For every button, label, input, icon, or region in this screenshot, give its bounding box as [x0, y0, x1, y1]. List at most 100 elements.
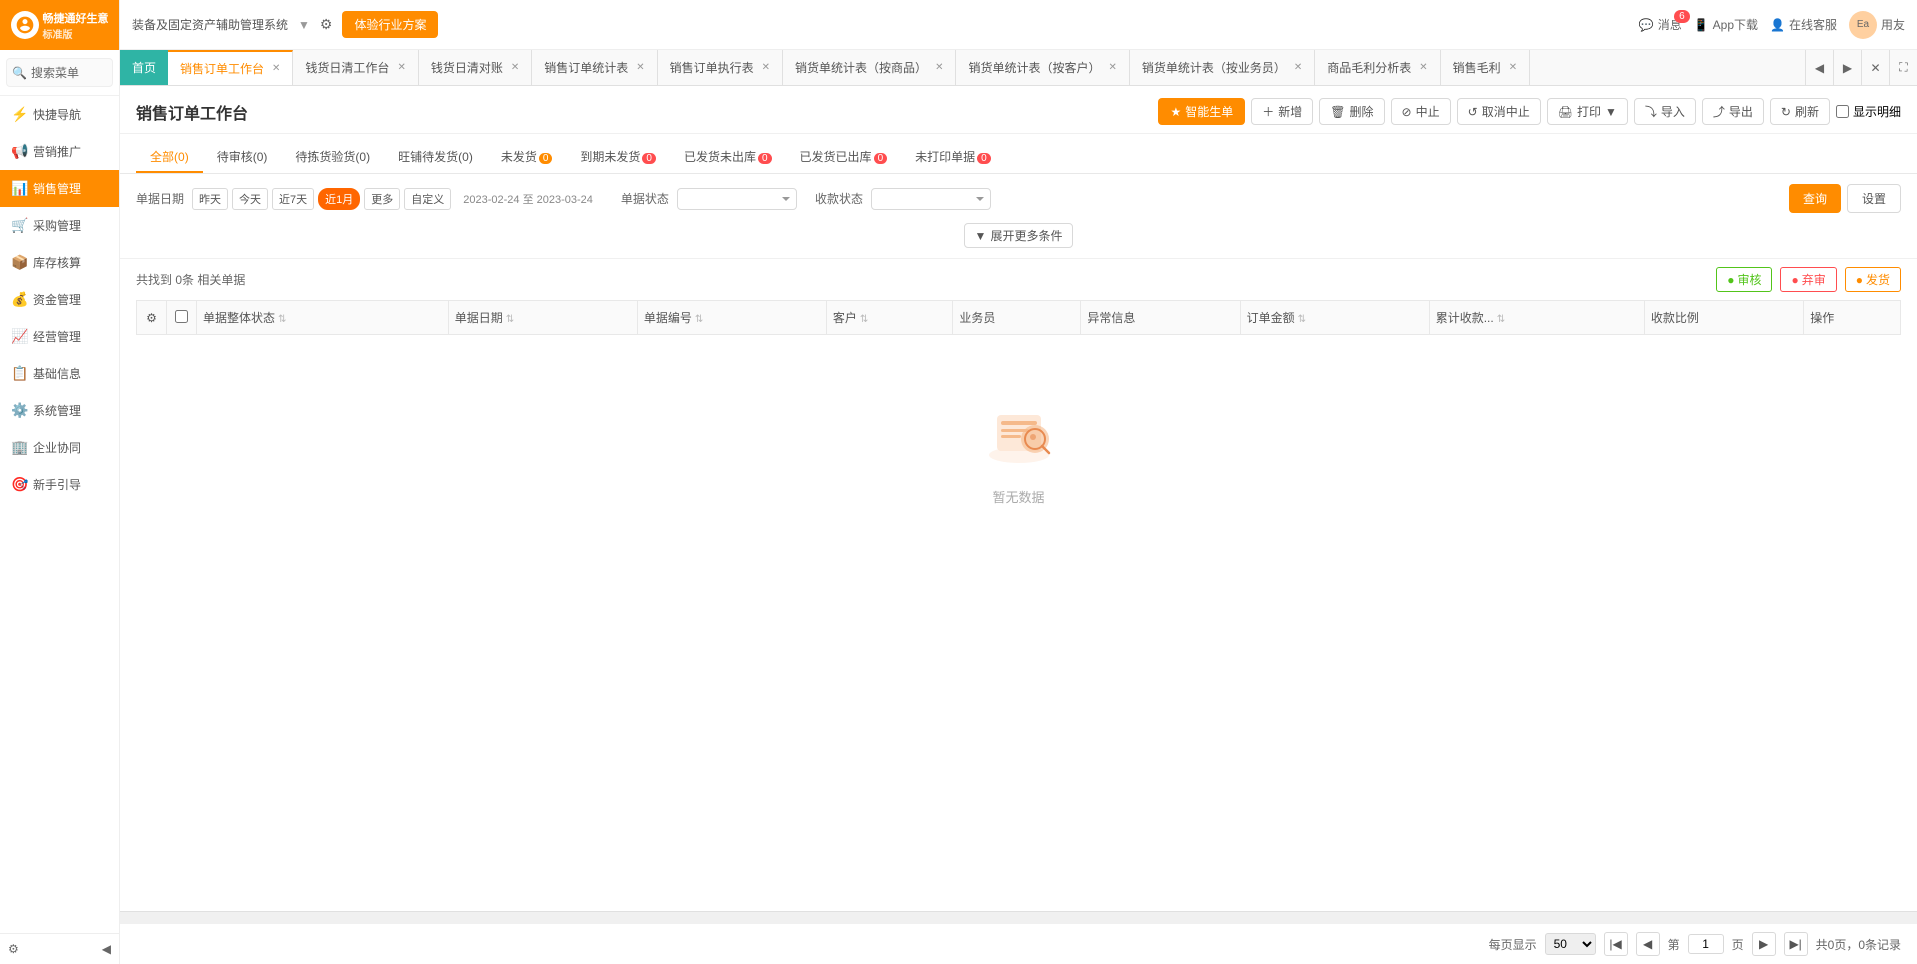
- subtab-shipped-not-out[interactable]: 已发货未出库0: [670, 142, 786, 173]
- smart-btn[interactable]: ★ 智能生单: [1158, 98, 1245, 125]
- sidebar-item-finance[interactable]: 💰 资金管理: [0, 281, 119, 318]
- col-checkbox[interactable]: [167, 301, 197, 335]
- app-download-btn[interactable]: 📱 App下载: [1694, 16, 1758, 33]
- tab-sales-profit[interactable]: 销售毛利 ✕: [1441, 50, 1530, 86]
- filter-setting-btn[interactable]: 设置: [1847, 184, 1901, 213]
- sidebar-item-enterprise[interactable]: 🏢 企业协同: [0, 429, 119, 466]
- payment-filter-select[interactable]: [871, 188, 991, 210]
- date-btn-today[interactable]: 今天: [232, 188, 268, 210]
- sort-icon-customer[interactable]: ⇅: [860, 314, 868, 325]
- tab-home[interactable]: 首页: [120, 50, 168, 86]
- date-btn-more[interactable]: 更多: [364, 188, 400, 210]
- expand-btn[interactable]: ▼ 展开更多条件: [964, 223, 1074, 248]
- tab-close-gross-margin[interactable]: ✕: [1419, 62, 1427, 73]
- tab-close-sales-staff[interactable]: ✕: [1294, 62, 1302, 73]
- tab-close-sales-stat[interactable]: ✕: [636, 62, 644, 73]
- sidebar-item-system[interactable]: ⚙️ 系统管理: [0, 392, 119, 429]
- date-btn-7days[interactable]: 近7天: [272, 188, 314, 210]
- stop-btn[interactable]: ⊘ 中止: [1391, 98, 1451, 125]
- select-all-checkbox[interactable]: [175, 310, 188, 323]
- sidebar-settings-icon[interactable]: ⚙: [8, 942, 19, 956]
- audit-btn[interactable]: ● 审核: [1716, 267, 1772, 292]
- tab-close-cash-day[interactable]: ✕: [397, 62, 405, 73]
- tab-sales-order[interactable]: 销售订单工作台 ✕: [168, 50, 293, 86]
- sidebar-item-operations[interactable]: 📈 经营管理: [0, 318, 119, 355]
- col-settings[interactable]: ⚙: [137, 301, 167, 335]
- last-page-btn[interactable]: ▶|: [1784, 932, 1808, 956]
- sidebar-item-marketing[interactable]: 📢 营销推广: [0, 133, 119, 170]
- sort-icon-amount[interactable]: ⇅: [1298, 314, 1306, 325]
- sidebar-item-purchase[interactable]: 🛒 采购管理: [0, 207, 119, 244]
- sidebar-item-sales[interactable]: 📊 销售管理: [0, 170, 119, 207]
- sidebar-collapse-icon[interactable]: ◀: [102, 942, 111, 956]
- tab-sales-staff[interactable]: 销货单统计表（按业务员） ✕: [1130, 50, 1315, 86]
- query-btn[interactable]: 查询: [1789, 184, 1841, 213]
- status-filter-select[interactable]: [677, 188, 797, 210]
- show-detail-label[interactable]: 显示明细: [1836, 103, 1901, 120]
- tab-close-sales-customer[interactable]: ✕: [1108, 62, 1116, 73]
- tab-prev-btn[interactable]: ◀: [1805, 50, 1833, 86]
- tab-close-sales-exec[interactable]: ✕: [762, 62, 770, 73]
- sort-icon-received[interactable]: ⇅: [1497, 314, 1505, 325]
- tab-sales-exec[interactable]: 销售订单执行表 ✕: [658, 50, 783, 86]
- subtab-wangpu-ship[interactable]: 旺铺待发货(0): [384, 142, 487, 173]
- online-service-btn[interactable]: 👤 在线客服: [1770, 16, 1837, 33]
- experience-btn[interactable]: 体验行业方案: [342, 11, 438, 38]
- export-btn[interactable]: ⤴ 导出: [1702, 98, 1764, 125]
- next-page-btn[interactable]: ▶: [1752, 932, 1776, 956]
- sidebar-item-guide[interactable]: 🎯 新手引导: [0, 466, 119, 503]
- search-menu-btn[interactable]: 🔍 搜索菜单: [6, 58, 113, 87]
- tab-cash-day[interactable]: 钱货日清工作台 ✕: [293, 50, 418, 86]
- page-size-select[interactable]: 50 20 100: [1545, 933, 1596, 955]
- sidebar-item-basic-info[interactable]: 📋 基础信息: [0, 355, 119, 392]
- tab-close-sales-profit[interactable]: ✕: [1509, 62, 1517, 73]
- cancel-stop-btn[interactable]: ↺ 取消中止: [1457, 98, 1541, 125]
- subtab-all[interactable]: 全部(0): [136, 142, 203, 173]
- scrollbar-area[interactable]: [120, 911, 1917, 923]
- date-btn-yesterday[interactable]: 昨天: [192, 188, 228, 210]
- tab-next-btn[interactable]: ▶: [1833, 50, 1861, 86]
- print-btn[interactable]: 🖨 打印 ▼: [1547, 98, 1628, 125]
- inventory-icon: 📦: [11, 254, 27, 271]
- tab-close-cash-reconcile[interactable]: ✕: [511, 62, 519, 73]
- tab-sales-customer[interactable]: 销货单统计表（按客户） ✕: [956, 50, 1129, 86]
- refresh-btn[interactable]: ↻ 刷新: [1770, 98, 1830, 125]
- tab-close-all-btn[interactable]: ✕: [1861, 50, 1889, 86]
- subtab-pending-review[interactable]: 待审核(0): [203, 142, 282, 173]
- prev-page-btn[interactable]: ◀: [1636, 932, 1660, 956]
- ship-btn[interactable]: ● 发货: [1845, 267, 1901, 292]
- tab-close-sales-order[interactable]: ✕: [272, 63, 280, 74]
- show-detail-checkbox[interactable]: [1836, 105, 1849, 118]
- delete-btn[interactable]: 🗑 删除: [1319, 98, 1384, 125]
- tab-gross-margin-label: 商品毛利分析表: [1327, 59, 1411, 76]
- sort-icon-date[interactable]: ⇅: [506, 314, 514, 325]
- add-btn[interactable]: ＋ 新增: [1251, 98, 1313, 125]
- settings-icon[interactable]: ⚙: [320, 16, 333, 33]
- tab-gross-margin[interactable]: 商品毛利分析表 ✕: [1315, 50, 1440, 86]
- system-name: 装备及固定资产辅助管理系统: [132, 16, 288, 33]
- revoke-btn[interactable]: ● 弃审: [1780, 267, 1836, 292]
- tab-cash-reconcile[interactable]: 钱货日清对账 ✕: [419, 50, 532, 86]
- dropdown-icon[interactable]: ▼: [298, 18, 310, 32]
- sort-icon-status[interactable]: ⇅: [278, 314, 286, 325]
- subtab-not-shipped[interactable]: 未发货0: [487, 142, 567, 173]
- user-menu[interactable]: Ea 用友: [1849, 11, 1905, 39]
- sort-icon-number[interactable]: ⇅: [695, 314, 703, 325]
- date-btn-custom[interactable]: 自定义: [404, 188, 451, 210]
- subtab-pending-inspect[interactable]: 待拣货验货(0): [281, 142, 384, 173]
- subtab-shipped-out[interactable]: 已发货已出库0: [786, 142, 902, 173]
- tab-sales-product[interactable]: 销货单统计表（按商品） ✕: [783, 50, 956, 86]
- page-input[interactable]: [1688, 934, 1724, 954]
- tab-maximize-btn[interactable]: ⛶: [1889, 50, 1917, 86]
- import-btn[interactable]: ⤵ 导入: [1634, 98, 1696, 125]
- date-btn-1month[interactable]: 近1月: [318, 188, 360, 210]
- col-number: 单据编号⇅: [637, 301, 826, 335]
- message-btn[interactable]: 💬 消息 6: [1639, 16, 1682, 33]
- subtab-overdue-ship[interactable]: 到期未发货0: [566, 142, 670, 173]
- sidebar-item-inventory[interactable]: 📦 库存核算: [0, 244, 119, 281]
- tab-close-sales-product[interactable]: ✕: [935, 62, 943, 73]
- tab-sales-stat[interactable]: 销售订单统计表 ✕: [532, 50, 657, 86]
- subtab-not-printed[interactable]: 未打印单据0: [901, 142, 1005, 173]
- first-page-btn[interactable]: |◀: [1604, 932, 1628, 956]
- sidebar-item-quick-nav[interactable]: ⚡ 快捷导航: [0, 96, 119, 133]
